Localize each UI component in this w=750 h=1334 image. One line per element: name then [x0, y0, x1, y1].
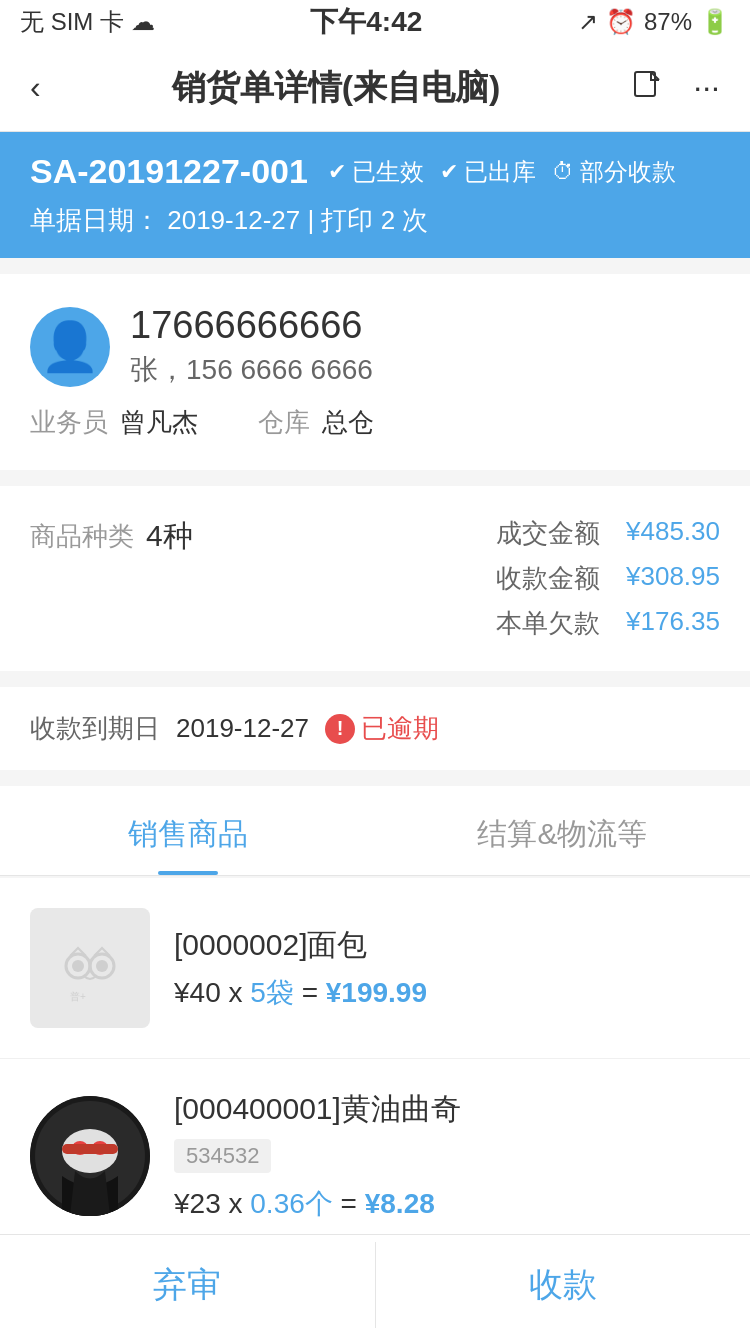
product-list: 普+ [0000002]面包 ¥40 x 5袋 = ¥199.99: [0, 878, 750, 1254]
badge-shipped: ✔ 已出库: [440, 156, 536, 188]
avatar-icon: 👤: [40, 319, 100, 375]
collect-payment-button[interactable]: 收款: [376, 1242, 751, 1328]
share-button[interactable]: [631, 68, 663, 108]
clock-icon: ⏱: [552, 159, 574, 185]
warehouse-value: 总仓: [322, 405, 374, 440]
customer-section: 👤 17666666666 张，156 6666 6666 业务员 曾凡杰 仓库…: [0, 274, 750, 470]
list-item: [000400001]黄油曲奇 534532 ¥23 x 0.36个 = ¥8.…: [0, 1059, 750, 1254]
debt-amount-row: 本单欠款 ¥176.35: [496, 606, 720, 641]
receipt-amount-label: 收款金额: [496, 561, 600, 596]
customer-meta: 业务员 曾凡杰 仓库 总仓: [30, 405, 720, 440]
badge-partial-receipt: ⏱ 部分收款: [552, 156, 676, 188]
more-button[interactable]: ···: [693, 69, 720, 106]
overdue-icon: !: [325, 714, 355, 744]
page-title: 销货单详情(来自电脑): [172, 65, 501, 111]
status-badges: ✔ 已生效 ✔ 已出库 ⏱ 部分收款: [328, 156, 676, 188]
location-icon: ↗: [578, 8, 598, 36]
signal-text: 无 SIM 卡 ☁: [20, 6, 155, 38]
tab-settlement[interactable]: 结算&物流等: [375, 786, 750, 875]
product-name-1: [0000002]面包: [174, 925, 720, 966]
nav-actions: ···: [631, 68, 720, 108]
tabs-section: 销售商品 结算&物流等 普+: [0, 786, 750, 1254]
status-time: 下午4:42: [310, 3, 422, 41]
product-types-value: 4种: [146, 516, 193, 557]
warehouse-info: 仓库 总仓: [258, 405, 374, 440]
battery-text: 87%: [644, 8, 692, 36]
status-bar: 无 SIM 卡 ☁ 下午4:42 ↗ ⏰ 87% 🔋: [0, 0, 750, 44]
svg-text:普+: 普+: [70, 991, 86, 1002]
alarm-icon: ⏰: [606, 8, 636, 36]
customer-id: 17666666666: [130, 304, 373, 347]
product-thumbnail-2: [30, 1096, 150, 1216]
header-banner: SA-20191227-001 ✔ 已生效 ✔ 已出库 ⏱ 部分收款 单据日期：…: [0, 132, 750, 258]
date-value: 2019-12-27: [167, 205, 300, 235]
avatar: 👤: [30, 307, 110, 387]
svg-rect-13: [62, 1144, 118, 1154]
overdue-badge: ! 已逾期: [325, 711, 439, 746]
status-right: ↗ ⏰ 87% 🔋: [578, 8, 730, 36]
product-price-1: ¥40 x 5袋 = ¥199.99: [174, 974, 720, 1012]
amount-stats: 成交金额 ¥485.30 收款金额 ¥308.95 本单欠款 ¥176.35: [496, 516, 720, 641]
badge-activated-label: 已生效: [352, 156, 424, 188]
sales-label: 业务员: [30, 405, 108, 440]
due-date: 2019-12-27: [176, 713, 309, 744]
check-icon-1: ✔: [328, 159, 346, 185]
product-batch-2: 534532: [174, 1139, 271, 1173]
battery-icon: 🔋: [700, 8, 730, 36]
badge-partial-label: 部分收款: [580, 156, 676, 188]
badge-activated: ✔ 已生效: [328, 156, 424, 188]
tabs-bar: 销售商品 结算&物流等: [0, 786, 750, 876]
overdue-text: 已逾期: [361, 711, 439, 746]
product-thumbnail-1: 普+: [30, 908, 150, 1028]
date-label: 单据日期：: [30, 205, 160, 235]
product-count: 商品种类 4种: [30, 516, 193, 557]
deal-amount-label: 成交金额: [496, 516, 600, 551]
deal-amount-row: 成交金额 ¥485.30: [496, 516, 720, 551]
product-price-2: ¥23 x 0.36个 = ¥8.28: [174, 1185, 720, 1223]
nav-bar: ‹ 销货单详情(来自电脑) ···: [0, 44, 750, 132]
banner-date-info: 单据日期： 2019-12-27 | 打印 2 次: [30, 203, 720, 238]
stats-section: 商品种类 4种 成交金额 ¥485.30 收款金额 ¥308.95 本单欠款 ¥…: [0, 486, 750, 671]
badge-shipped-label: 已出库: [464, 156, 536, 188]
bottom-bar: 弃审 收款: [0, 1234, 750, 1334]
print-info: | 打印 2 次: [307, 205, 428, 235]
customer-top: 👤 17666666666 张，156 6666 6666: [30, 304, 720, 389]
customer-contact: 张，156 6666 6666: [130, 351, 373, 389]
back-button[interactable]: ‹: [30, 69, 41, 106]
due-label: 收款到期日: [30, 711, 160, 746]
tab-sales-products[interactable]: 销售商品: [0, 786, 375, 875]
receipt-amount-value: ¥308.95: [620, 561, 720, 596]
warehouse-label: 仓库: [258, 405, 310, 440]
check-icon-2: ✔: [440, 159, 458, 185]
receipt-amount-row: 收款金额 ¥308.95: [496, 561, 720, 596]
product-name-2: [000400001]黄油曲奇: [174, 1089, 720, 1130]
status-left: 无 SIM 卡 ☁: [20, 6, 155, 38]
cancel-review-button[interactable]: 弃审: [0, 1242, 376, 1328]
customer-details: 17666666666 张，156 6666 6666: [130, 304, 373, 389]
banner-top: SA-20191227-001 ✔ 已生效 ✔ 已出库 ⏱ 部分收款: [30, 152, 720, 191]
debt-amount-value: ¥176.35: [620, 606, 720, 641]
order-number: SA-20191227-001: [30, 152, 308, 191]
sales-value: 曾凡杰: [120, 405, 198, 440]
sales-person: 业务员 曾凡杰: [30, 405, 198, 440]
debt-amount-label: 本单欠款: [496, 606, 600, 641]
list-item: 普+ [0000002]面包 ¥40 x 5袋 = ¥199.99: [0, 878, 750, 1059]
product-info-1: [0000002]面包 ¥40 x 5袋 = ¥199.99: [174, 925, 720, 1012]
svg-point-3: [72, 960, 84, 972]
svg-point-4: [96, 960, 108, 972]
deal-amount-value: ¥485.30: [620, 516, 720, 551]
product-info-2: [000400001]黄油曲奇 534532 ¥23 x 0.36个 = ¥8.…: [174, 1089, 720, 1223]
product-types-label: 商品种类: [30, 519, 134, 554]
due-section: 收款到期日 2019-12-27 ! 已逾期: [0, 687, 750, 770]
